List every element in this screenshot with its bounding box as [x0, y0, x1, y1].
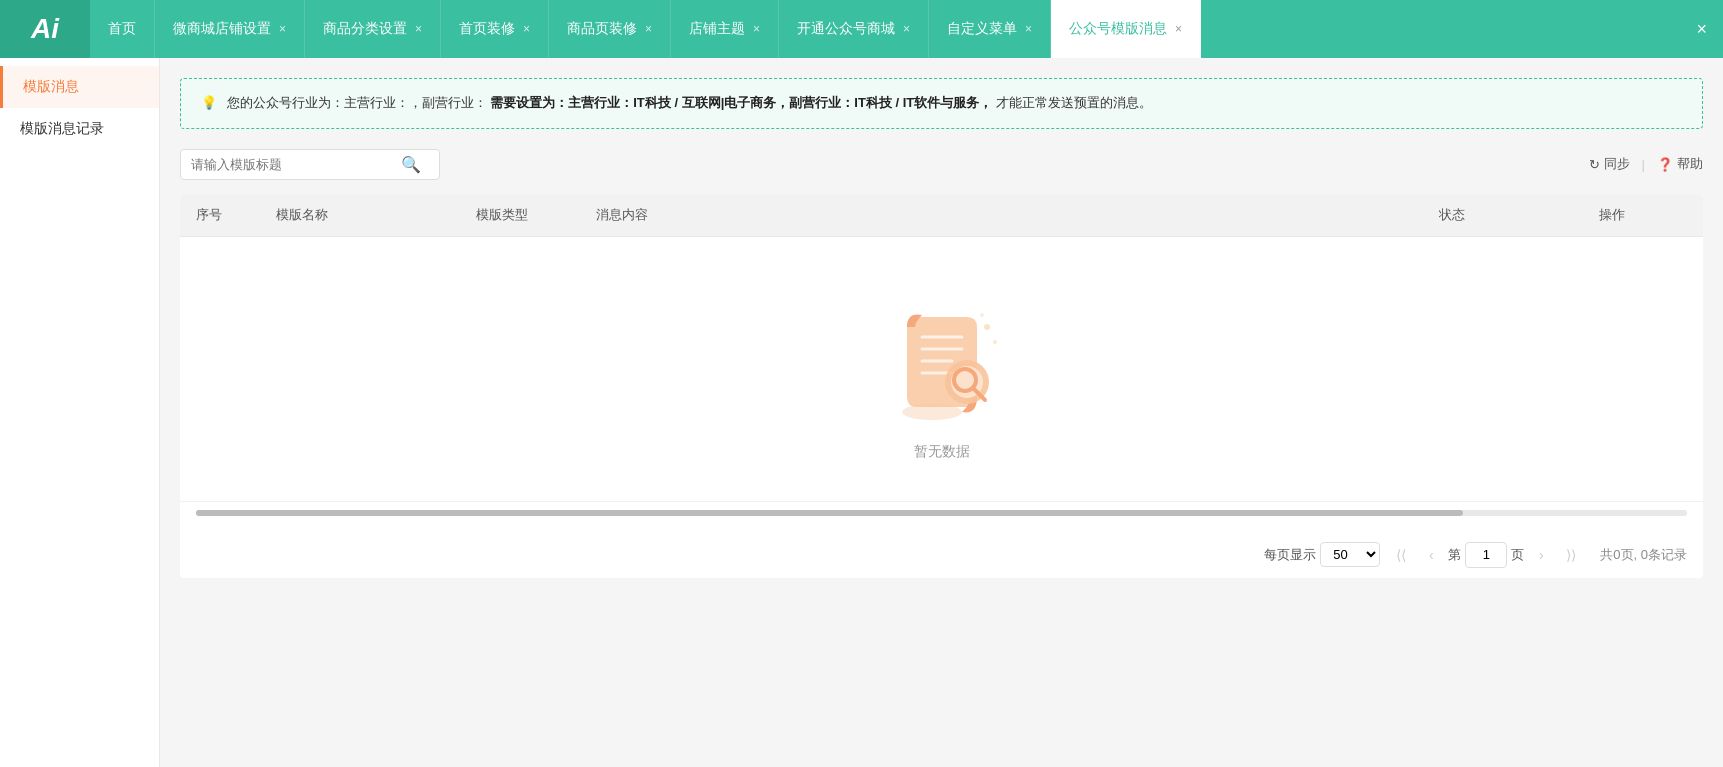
page-input[interactable]	[1465, 542, 1507, 568]
sidebar: 模版消息 模版消息记录	[0, 58, 160, 767]
search-input[interactable]	[191, 157, 401, 172]
help-button[interactable]: ❓ 帮助	[1657, 155, 1703, 173]
svg-point-10	[993, 340, 997, 344]
col-status: 状态	[1423, 194, 1583, 237]
total-info: 共0页, 0条记录	[1600, 546, 1687, 564]
search-icon[interactable]: 🔍	[401, 155, 421, 174]
close-store-theme-icon[interactable]: ×	[753, 22, 760, 36]
page-input-group: 第 页	[1448, 542, 1524, 568]
sidebar-item-template-msg-record[interactable]: 模版消息记录	[0, 108, 159, 150]
first-page-button[interactable]: ⟨⟨	[1388, 542, 1414, 568]
sync-label: 同步	[1604, 155, 1630, 173]
help-icon: ❓	[1657, 157, 1673, 172]
sync-icon: ↻	[1589, 157, 1600, 172]
divider: |	[1642, 157, 1645, 172]
main-layout: 模版消息 模版消息记录 💡 您的公众号行业为：主营行业：，副营行业： 需要设置为…	[0, 58, 1723, 767]
page-label-after: 页	[1511, 546, 1524, 564]
nav-tab-home-decor[interactable]: 首页装修 ×	[441, 0, 549, 58]
close-open-store-icon[interactable]: ×	[903, 22, 910, 36]
pagination: 每页显示 10 20 50 100 ⟨⟨ ‹ 第 页	[180, 532, 1703, 578]
per-page-label: 每页显示	[1264, 546, 1316, 564]
search-bar: 🔍 ↻ 同步 | ❓ 帮助	[180, 149, 1703, 180]
sidebar-item-template-msg-record-label: 模版消息记录	[20, 120, 104, 136]
nav-tab-product-decor-label: 商品页装修	[567, 20, 637, 38]
nav-tab-product-decor[interactable]: 商品页装修 ×	[549, 0, 671, 58]
close-home-decor-icon[interactable]: ×	[523, 22, 530, 36]
nav-tab-shop-settings[interactable]: 微商城店铺设置 ×	[155, 0, 305, 58]
app-logo: Ai	[0, 0, 90, 58]
help-label: 帮助	[1677, 155, 1703, 173]
nav-tab-template-msg[interactable]: 公众号模版消息 ×	[1051, 0, 1201, 58]
sidebar-item-template-msg[interactable]: 模版消息	[0, 66, 159, 108]
col-name: 模版名称	[260, 194, 460, 237]
col-type: 模版类型	[460, 194, 580, 237]
nav-tab-category-settings-label: 商品分类设置	[323, 20, 407, 38]
table-container: 序号 模版名称 模版类型 消息内容 状态 操作	[180, 194, 1703, 578]
per-page-select[interactable]: 10 20 50 100	[1320, 542, 1380, 567]
col-content: 消息内容	[580, 194, 1423, 237]
data-table: 序号 模版名称 模版类型 消息内容 状态 操作	[180, 194, 1703, 237]
svg-point-9	[984, 324, 990, 330]
per-page-selector: 每页显示 10 20 50 100	[1264, 542, 1380, 567]
nav-tab-store-theme-label: 店铺主题	[689, 20, 745, 38]
nav-tab-open-store-label: 开通公众号商城	[797, 20, 895, 38]
table-header: 序号 模版名称 模版类型 消息内容 状态 操作	[180, 194, 1703, 237]
search-input-wrap[interactable]: 🔍	[180, 149, 440, 180]
next-page-button[interactable]: ›	[1528, 542, 1554, 568]
col-index: 序号	[180, 194, 260, 237]
nav-tab-store-theme[interactable]: 店铺主题 ×	[671, 0, 779, 58]
close-category-settings-icon[interactable]: ×	[415, 22, 422, 36]
close-template-msg-icon[interactable]: ×	[1175, 22, 1182, 36]
nav-tab-home-label: 首页	[108, 20, 136, 38]
nav-tab-open-store[interactable]: 开通公众号商城 ×	[779, 0, 929, 58]
close-custom-menu-icon[interactable]: ×	[1025, 22, 1032, 36]
sidebar-item-template-msg-label: 模版消息	[23, 78, 79, 94]
last-page-button[interactable]: ⟩⟩	[1558, 542, 1584, 568]
nav-tab-category-settings[interactable]: 商品分类设置 ×	[305, 0, 441, 58]
notice-icon: 💡	[201, 95, 217, 110]
nav-tab-template-msg-label: 公众号模版消息	[1069, 20, 1167, 38]
scrollbar-track[interactable]	[196, 510, 1687, 516]
col-action: 操作	[1583, 194, 1703, 237]
scrollbar-thumb[interactable]	[196, 510, 1463, 516]
nav-tab-home[interactable]: 首页	[90, 0, 155, 58]
close-product-decor-icon[interactable]: ×	[645, 22, 652, 36]
nav-tab-shop-settings-label: 微商城店铺设置	[173, 20, 271, 38]
close-all-tabs-button[interactable]: ×	[1696, 19, 1707, 40]
close-shop-settings-icon[interactable]: ×	[279, 22, 286, 36]
notice-suffix: 才能正常发送预置的消息。	[996, 95, 1152, 110]
top-nav: Ai 首页 微商城店铺设置 × 商品分类设置 × 首页装修 × 商品页装修 × …	[0, 0, 1723, 58]
nav-tab-home-decor-label: 首页装修	[459, 20, 515, 38]
scrollbar-area	[180, 501, 1703, 532]
sync-button[interactable]: ↻ 同步	[1589, 155, 1630, 173]
nav-tab-custom-menu-label: 自定义菜单	[947, 20, 1017, 38]
search-actions: ↻ 同步 | ❓ 帮助	[1589, 155, 1703, 173]
notice-prefix: 您的公众号行业为：主营行业：，副营行业：	[227, 95, 487, 110]
notice-highlight: 需要设置为：主营行业：IT科技 / 互联网|电子商务，副营行业：IT科技 / I…	[490, 95, 992, 110]
empty-text: 暂无数据	[914, 443, 970, 461]
empty-illustration	[877, 297, 1007, 427]
page-nav: ⟨⟨ ‹ 第 页 › ⟩⟩	[1388, 542, 1584, 568]
empty-state: 暂无数据	[180, 237, 1703, 501]
table-header-row: 序号 模版名称 模版类型 消息内容 状态 操作	[180, 194, 1703, 237]
prev-page-button[interactable]: ‹	[1418, 542, 1444, 568]
page-label-before: 第	[1448, 546, 1461, 564]
svg-point-11	[980, 313, 984, 317]
content-area: 💡 您的公众号行业为：主营行业：，副营行业： 需要设置为：主营行业：IT科技 /…	[160, 58, 1723, 767]
notice-box: 💡 您的公众号行业为：主营行业：，副营行业： 需要设置为：主营行业：IT科技 /…	[180, 78, 1703, 129]
nav-tab-custom-menu[interactable]: 自定义菜单 ×	[929, 0, 1051, 58]
